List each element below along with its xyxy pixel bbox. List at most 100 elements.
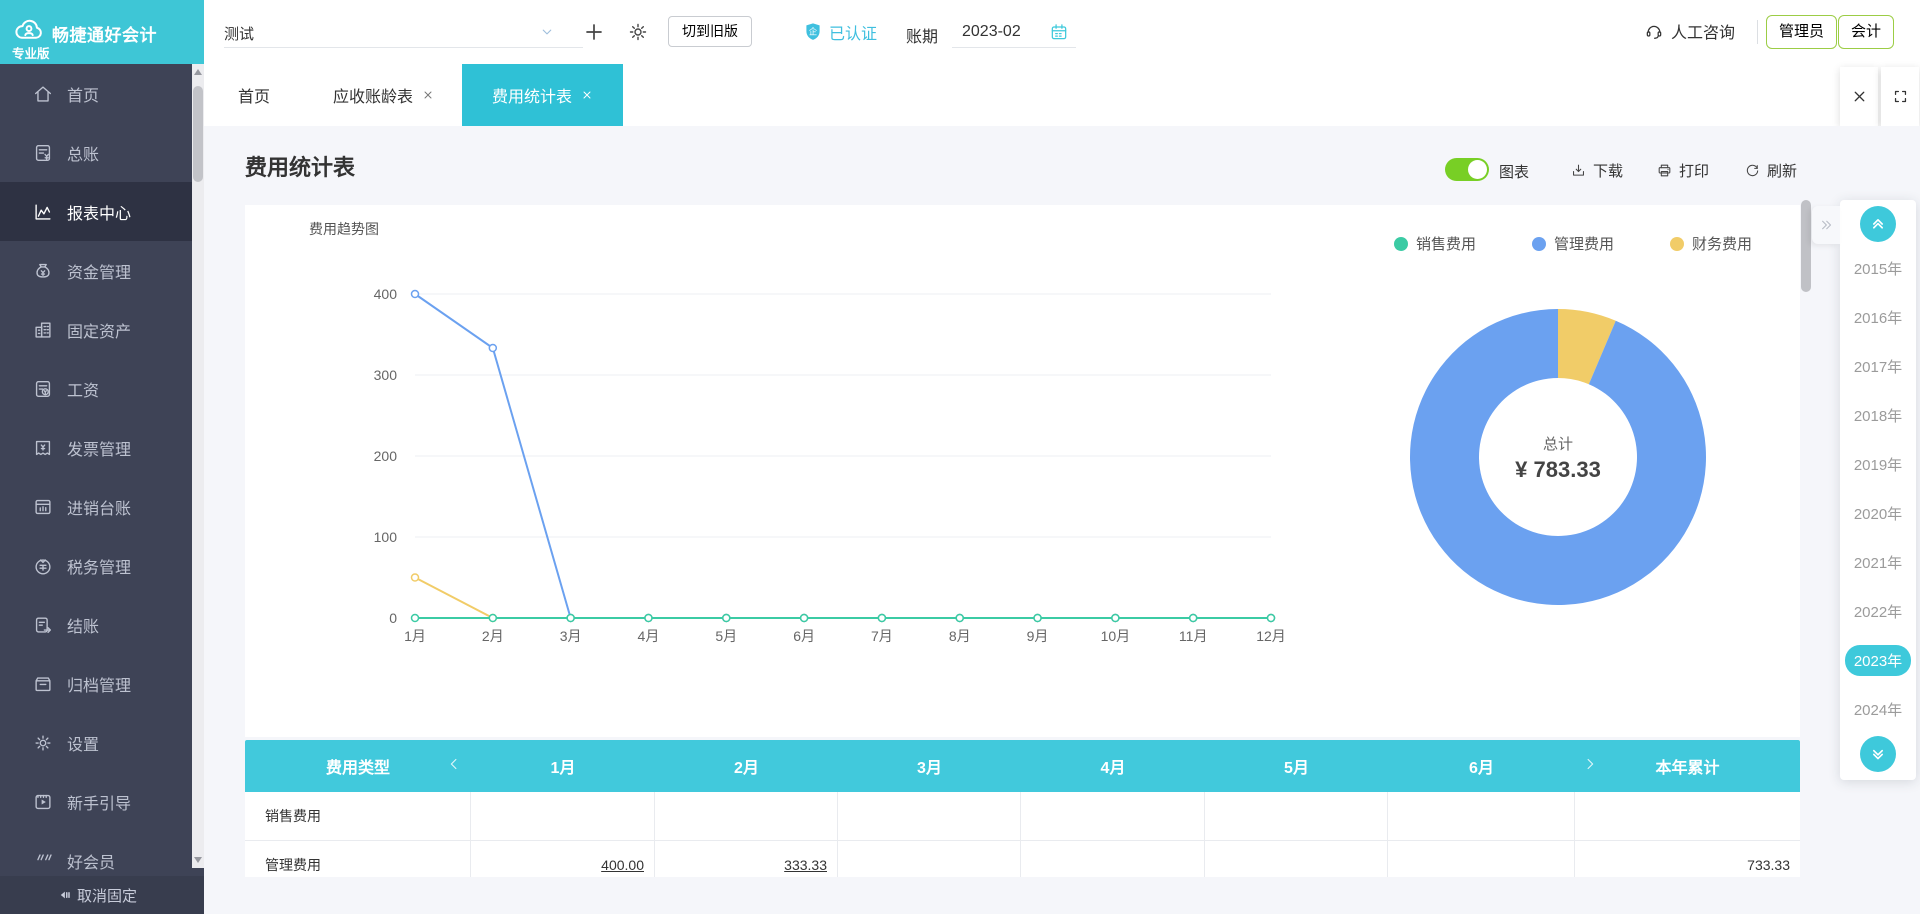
sidebar-item-guide[interactable]: 新手引导 [0, 772, 192, 831]
chart-view-toggle[interactable] [1445, 158, 1489, 181]
sidebar-item-label: 工资 [67, 382, 100, 400]
table-row: 管理费用 400.00 333.33 733.33 [245, 840, 1800, 877]
legend-item[interactable]: 销售费用 [1393, 233, 1476, 254]
switch-to-old-version-button[interactable]: 切到旧版 [668, 16, 752, 47]
salary-doc-icon [35, 380, 51, 397]
tab-close-icon[interactable] [422, 89, 434, 101]
sidebar-scrollbar-thumb[interactable] [193, 86, 203, 182]
account-settings-gear-icon[interactable] [626, 20, 650, 44]
support-button[interactable]: 人工咨询 [1644, 19, 1735, 43]
period-value[interactable]: 2023-02 [962, 23, 1021, 41]
year-item[interactable]: 2023年 [1840, 636, 1916, 685]
scroll-up-arrow-icon[interactable] [194, 69, 202, 75]
add-account-button[interactable] [582, 20, 606, 44]
svg-text:6月: 6月 [793, 628, 815, 644]
download-button[interactable]: 下载 [1570, 160, 1623, 181]
calendar-icon[interactable] [1049, 22, 1069, 42]
year-item[interactable]: 2024年 [1840, 685, 1916, 734]
toggle-knob [1468, 160, 1487, 179]
chevron-down-icon[interactable] [538, 23, 556, 41]
tab-home[interactable]: 首页 [238, 64, 270, 126]
sidebar-item-general-ledger[interactable]: 总账 [0, 123, 192, 182]
sidebar-item-tax[interactable]: 税务管理 [0, 536, 192, 595]
fullscreen-button[interactable] [1881, 67, 1919, 126]
tab-expense-summary[interactable]: 费用统计表 [462, 64, 623, 126]
tab-receivable-aging[interactable]: 应收账龄表 [333, 64, 434, 126]
tab-label: 费用统计表 [491, 89, 572, 106]
sidebar-item-label: 发票管理 [67, 441, 132, 459]
brand-edition: 专业版 [12, 47, 50, 61]
years-scroll-up-button[interactable] [1860, 206, 1896, 242]
year-item[interactable]: 2018年 [1840, 391, 1916, 440]
year-item-label: 2019年 [1853, 457, 1903, 474]
year-item[interactable]: 2019年 [1840, 440, 1916, 489]
years-scroll-down-button[interactable] [1860, 736, 1896, 772]
table-column-header: 费用类型 [245, 740, 471, 792]
refresh-button[interactable]: 刷新 [1744, 160, 1797, 181]
cell-value-link[interactable]: 333.33 [784, 857, 827, 873]
year-item[interactable]: 2021年 [1840, 538, 1916, 587]
certified-badge[interactable]: 企 已认证 [802, 20, 877, 44]
year-item[interactable]: 2020年 [1840, 489, 1916, 538]
year-item[interactable]: 2022年 [1840, 587, 1916, 636]
prev-months-button[interactable] [445, 755, 463, 773]
svg-text:3月: 3月 [560, 628, 582, 644]
legend-item[interactable]: 财务费用 [1669, 233, 1752, 254]
sidebar-item-archive[interactable]: 归档管理 [0, 654, 192, 713]
year-item[interactable]: 2016年 [1840, 293, 1916, 342]
unpin-sidebar-button[interactable]: 取消固定 [0, 876, 204, 914]
table-cell: 333.33 [655, 841, 838, 877]
cloud-logo-icon [15, 19, 42, 39]
legend-item[interactable]: 管理费用 [1531, 233, 1614, 254]
sidebar-item-invoice[interactable]: 发票管理 [0, 418, 192, 477]
sidebar-item-fixed-assets[interactable]: 固定资产 [0, 300, 192, 359]
sidebar-item-closing[interactable]: 结账 [0, 595, 192, 654]
year-item-label: 2016年 [1853, 310, 1903, 327]
tab-close-icon[interactable] [581, 89, 593, 101]
year-item-label: 2018年 [1853, 408, 1903, 425]
company-select[interactable]: 测试 [224, 23, 254, 44]
main-area: 测试 切到旧版 企 已认证 账期 2023-02 人工咨询 管理员 会计 首页 … [204, 0, 1920, 914]
sidebar-item-home[interactable]: 首页 [0, 64, 192, 123]
next-months-button[interactable] [1581, 755, 1599, 773]
sidebar-item-label: 总账 [67, 146, 100, 164]
cell-value-link[interactable]: 400.00 [601, 857, 644, 873]
sidebar-item-settings[interactable]: 设置 [0, 713, 192, 772]
sidebar-item-purchase-sales[interactable]: 进销台账 [0, 477, 192, 536]
column-label: 4月 [1100, 760, 1126, 777]
role-accountant-button[interactable]: 会计 [1838, 15, 1895, 49]
scroll-down-arrow-icon[interactable] [194, 857, 202, 863]
chevrons-up-icon [1873, 218, 1883, 229]
certified-glyph: 企 [809, 26, 818, 36]
role-admin-button[interactable]: 管理员 [1766, 15, 1838, 49]
legend-dot-icon [1669, 236, 1684, 251]
table-cell [1205, 841, 1388, 877]
certified-label: 已认证 [829, 26, 878, 43]
tab-label: 首页 [238, 89, 271, 106]
sidebar-item-salary[interactable]: 工资 [0, 359, 192, 418]
close-tab-button[interactable] [1840, 67, 1878, 126]
column-label: 6月 [1469, 760, 1494, 777]
sidebar-item-label: 新手引导 [67, 795, 132, 813]
year-item[interactable]: 2015年 [1840, 244, 1916, 293]
year-panel-collapse-handle[interactable] [1812, 206, 1840, 244]
sidebar-item-report-center[interactable]: 报表中心 [0, 182, 192, 241]
print-label: 打印 [1679, 163, 1710, 180]
home-icon [34, 85, 52, 102]
sidebar-item-funds[interactable]: 资金管理 [0, 241, 192, 300]
column-label: 1月 [550, 760, 576, 777]
svg-text:4月: 4月 [638, 628, 660, 644]
table-column-header: 6月 [1388, 740, 1575, 792]
headset-icon [1646, 25, 1662, 39]
top-bar: 测试 切到旧版 企 已认证 账期 2023-02 人工咨询 管理员 会计 [204, 0, 1920, 64]
print-button[interactable]: 打印 [1656, 160, 1709, 181]
content-scrollbar-thumb[interactable] [1801, 200, 1811, 292]
sidebar-item-membership[interactable]: 好会员 [0, 831, 192, 876]
download-label: 下载 [1593, 163, 1624, 180]
year-item[interactable]: 2017年 [1840, 342, 1916, 391]
table-cell [1388, 841, 1575, 877]
sidebar-scrollbar[interactable] [192, 64, 204, 868]
chevron-right-icon [1587, 758, 1594, 770]
sidebar-item-label: 首页 [67, 87, 100, 105]
brand-logo[interactable]: 畅捷通好会计 专业版 [0, 0, 204, 64]
